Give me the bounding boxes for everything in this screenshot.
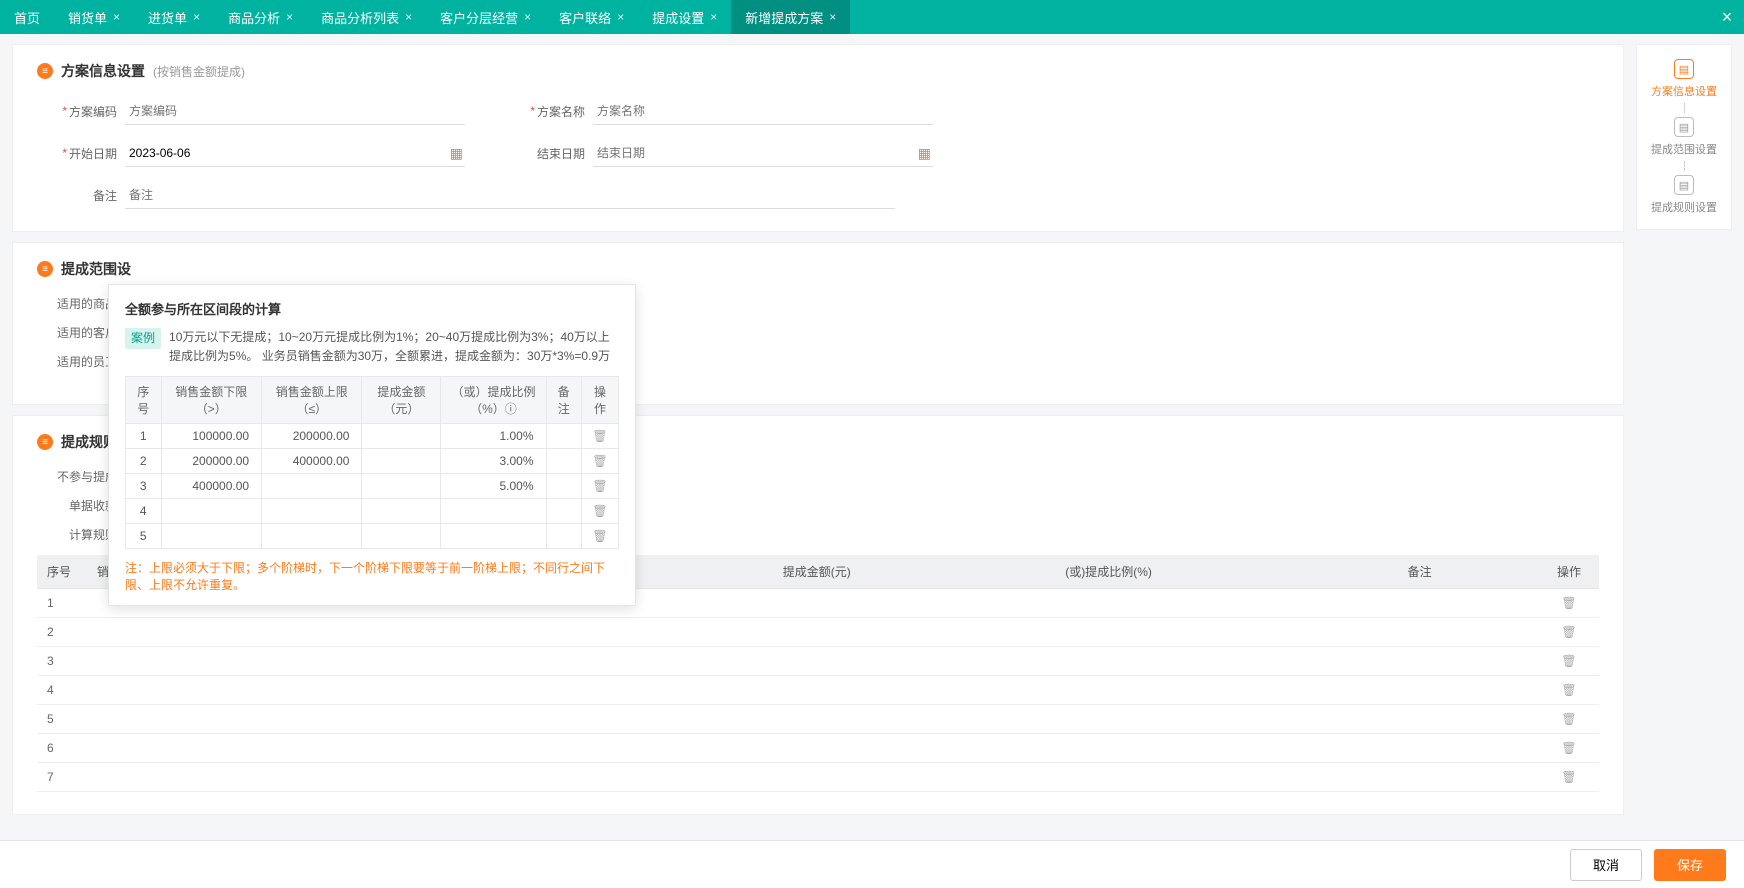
example-text: 10万元以下无提成；10~20万元提成比例为1%；20~40万提成比例为3%；4… xyxy=(169,328,619,366)
table-row[interactable]: 2🗑 xyxy=(37,618,1599,647)
calendar-icon[interactable]: ▦ xyxy=(450,145,463,162)
trash-icon[interactable]: 🗑 xyxy=(592,504,607,518)
tooltip-tier-full: 全额参与所在区间段的计算 案例 10万元以下无提成；10~20万元提成比例为1%… xyxy=(108,284,636,606)
table-row: 5🗑 xyxy=(126,524,619,549)
example-table: 序号 销售金额下限（>） 销售金额上限（≤） 提成金额（元） （或）提成比例（%… xyxy=(125,376,619,549)
input-remark[interactable] xyxy=(125,181,895,209)
section-icon: ≡ xyxy=(37,434,53,450)
input-plan-code[interactable] xyxy=(125,97,465,125)
tab-product-analysis[interactable]: 商品分析× xyxy=(214,0,307,34)
col-remark: 备注 xyxy=(1398,555,1539,589)
label-calc-rule: 计算规则 xyxy=(37,526,117,543)
close-icon[interactable]: × xyxy=(617,10,624,24)
table-row: 2200000.00400000.003.00%🗑 xyxy=(126,449,619,474)
close-icon[interactable]: × xyxy=(710,10,717,24)
input-plan-name[interactable] xyxy=(593,97,933,125)
close-icon[interactable]: × xyxy=(829,10,836,24)
label-start-date: *开始日期 xyxy=(37,145,117,162)
close-icon[interactable]: × xyxy=(113,10,120,24)
anchor-divider xyxy=(1684,161,1685,171)
close-icon[interactable]: × xyxy=(524,10,531,24)
table-row[interactable]: 6🗑 xyxy=(37,734,1599,763)
trash-icon[interactable]: 🗑 xyxy=(592,529,607,543)
tooltip-title: 全额参与所在区间段的计算 xyxy=(125,299,619,318)
tab-bar: 首页 销货单× 进货单× 商品分析× 商品分析列表× 客户分层经营× 客户联络×… xyxy=(0,0,1744,34)
table-row[interactable]: 3🗑 xyxy=(37,647,1599,676)
label-applicable-goods: 适用的商品 xyxy=(37,295,117,312)
input-end-date[interactable] xyxy=(593,139,933,167)
close-icon[interactable]: × xyxy=(193,10,200,24)
trash-icon[interactable]: 🗑 xyxy=(1561,683,1576,697)
label-plan-code: *方案编码 xyxy=(37,103,117,120)
section-title: 提成范围设 xyxy=(61,259,131,279)
table-row: 1100000.00200000.001.00%🗑 xyxy=(126,424,619,449)
close-icon[interactable]: × xyxy=(405,10,412,24)
close-icon[interactable]: × xyxy=(286,10,293,24)
tab-new-commission-plan[interactable]: 新增提成方案× xyxy=(731,0,850,34)
col-ratio: (或)提成比例(%) xyxy=(1055,555,1397,589)
label-exclude: 不参与提成 xyxy=(37,468,117,485)
label-remark: 备注 xyxy=(37,187,117,204)
list-icon: ▤ xyxy=(1674,59,1694,79)
anchor-scope[interactable]: ▤ 提成范围设置 xyxy=(1651,117,1717,157)
list-icon: ▤ xyxy=(1674,117,1694,137)
tab-customer-contact[interactable]: 客户联络× xyxy=(545,0,638,34)
example-badge: 案例 xyxy=(125,328,161,349)
list-icon: ▤ xyxy=(1674,175,1694,195)
trash-icon[interactable]: 🗑 xyxy=(1561,741,1576,755)
panel-plan-info: ≡ 方案信息设置 (按销售金额提成) *方案编码 *方案名称 xyxy=(12,44,1624,232)
tab-commission-settings[interactable]: 提成设置× xyxy=(638,0,731,34)
table-row[interactable]: 5🗑 xyxy=(37,705,1599,734)
anchor-nav: ▤ 方案信息设置 ▤ 提成范围设置 ▤ 提成规则设置 xyxy=(1636,44,1732,230)
table-row[interactable]: 4🗑 xyxy=(37,676,1599,705)
tab-sales-order[interactable]: 销货单× xyxy=(54,0,134,34)
trash-icon[interactable]: 🗑 xyxy=(1561,625,1576,639)
label-applicable-customer: 适用的客户 xyxy=(37,324,117,341)
close-all-tabs[interactable]: × xyxy=(1710,0,1744,34)
section-icon: ≡ xyxy=(37,63,53,79)
trash-icon[interactable]: 🗑 xyxy=(1561,770,1576,784)
anchor-divider xyxy=(1684,103,1685,113)
tab-customer-tier[interactable]: 客户分层经营× xyxy=(426,0,545,34)
table-row: 3400000.005.00%🗑 xyxy=(126,474,619,499)
trash-icon[interactable]: 🗑 xyxy=(1561,712,1576,726)
tab-product-analysis-list[interactable]: 商品分析列表× xyxy=(307,0,426,34)
label-plan-name: *方案名称 xyxy=(505,103,585,120)
trash-icon[interactable]: 🗑 xyxy=(1561,654,1576,668)
table-row: 4🗑 xyxy=(126,499,619,524)
section-title: 方案信息设置 xyxy=(61,61,145,81)
section-icon: ≡ xyxy=(37,261,53,277)
table-row[interactable]: 7🗑 xyxy=(37,763,1599,792)
col-amount: 提成金额(元) xyxy=(773,555,1056,589)
label-applicable-employee: 适用的员工 xyxy=(37,353,117,370)
footer-bar: 取消 保存 xyxy=(0,840,1744,888)
cancel-button[interactable]: 取消 xyxy=(1570,849,1642,881)
label-end-date: 结束日期 xyxy=(505,145,585,162)
trash-icon[interactable]: 🗑 xyxy=(592,479,607,493)
anchor-plan-info[interactable]: ▤ 方案信息设置 xyxy=(1651,59,1717,99)
col-no: 序号 xyxy=(37,555,87,589)
col-action: 操作 xyxy=(1539,555,1599,589)
calendar-icon[interactable]: ▦ xyxy=(918,145,931,162)
label-receipt: 单据收款 xyxy=(37,497,117,514)
tooltip-note: 注：上限必须大于下限；多个阶梯时，下一个阶梯下限要等于前一阶梯上限；不同行之间下… xyxy=(125,559,619,593)
input-start-date[interactable] xyxy=(125,139,465,167)
save-button[interactable]: 保存 xyxy=(1654,849,1726,881)
trash-icon[interactable]: 🗑 xyxy=(1561,596,1576,610)
trash-icon[interactable]: 🗑 xyxy=(592,454,607,468)
anchor-rule[interactable]: ▤ 提成规则设置 xyxy=(1651,175,1717,215)
section-subtitle: (按销售金额提成) xyxy=(153,63,245,80)
tab-home[interactable]: 首页 xyxy=(0,0,54,34)
trash-icon[interactable]: 🗑 xyxy=(592,429,607,443)
tab-purchase-order[interactable]: 进货单× xyxy=(134,0,214,34)
info-icon: ⓘ xyxy=(505,400,517,417)
